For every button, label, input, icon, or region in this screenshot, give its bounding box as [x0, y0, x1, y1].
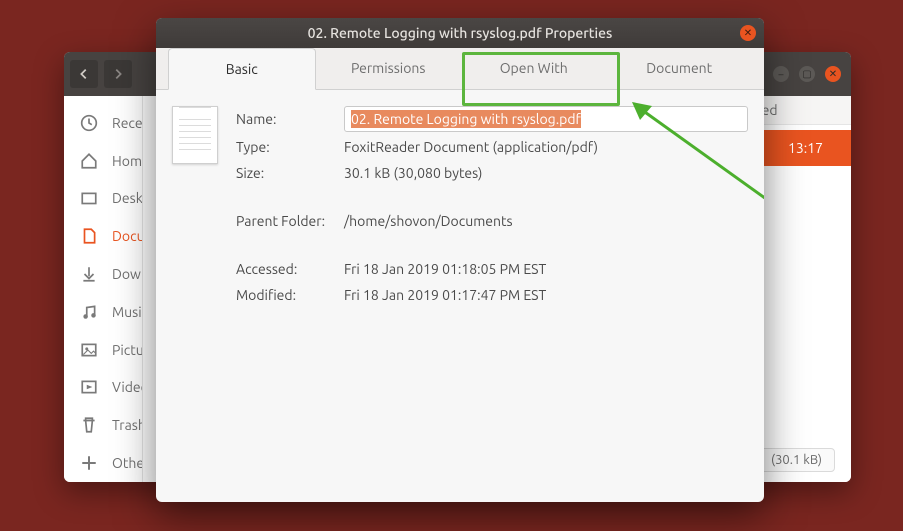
- chevron-left-icon: [77, 67, 91, 81]
- nav-back-button[interactable]: [70, 60, 98, 88]
- type-value: FoxitReader Document (application/pdf): [344, 139, 598, 155]
- dialog-titlebar[interactable]: 02. Remote Logging with rsyslog.pdf Prop…: [156, 18, 764, 48]
- tab-label: Basic: [226, 61, 258, 77]
- other-icon: [80, 454, 98, 472]
- size-value: 30.1 kB (30,080 bytes): [344, 165, 482, 181]
- accessed-label: Accessed:: [236, 261, 344, 277]
- sidebar-item-documents[interactable]: Documents: [64, 217, 142, 255]
- desktop-icon: [80, 190, 98, 208]
- dialog-tabs: Basic Permissions Open With Document: [156, 48, 764, 90]
- sidebar-item-label: Documents: [112, 228, 142, 244]
- dialog-body: Name: 02. Remote Logging with rsyslog.pd…: [156, 90, 764, 318]
- tab-document[interactable]: Document: [607, 48, 753, 89]
- modified-label: Modified:: [236, 287, 344, 303]
- sidebar-item-desktop[interactable]: Desktop: [64, 180, 142, 218]
- parent-folder-value: /home/shovon/Documents: [344, 213, 513, 229]
- name-label: Name:: [236, 111, 344, 127]
- tab-permissions[interactable]: Permissions: [316, 48, 462, 89]
- music-icon: [80, 303, 98, 321]
- sidebar-item-label: Desktop: [112, 190, 142, 206]
- file-thumbnail: [172, 106, 218, 164]
- sidebar-item-label: Other Locations: [112, 455, 142, 471]
- sidebar-item-label: Home: [112, 153, 142, 169]
- name-input[interactable]: 02. Remote Logging with rsyslog.pdf: [344, 106, 748, 132]
- type-label: Type:: [236, 139, 344, 155]
- window-close-button[interactable]: ✕: [825, 66, 841, 82]
- sidebar-item-pictures[interactable]: Pictures: [64, 331, 142, 369]
- window-controls: – ▢ ✕: [773, 66, 845, 82]
- sidebar-item-label: Music: [112, 304, 142, 320]
- size-label: Size:: [236, 165, 344, 181]
- sidebar-item-label: Videos: [112, 379, 142, 395]
- parent-folder-label: Parent Folder:: [236, 213, 344, 229]
- clock-icon: [80, 114, 98, 132]
- file-row-modified-time: 13:17: [788, 140, 823, 156]
- sidebar-item-label: Pictures: [112, 342, 142, 358]
- chevron-right-icon: [111, 67, 125, 81]
- tab-label: Document: [646, 60, 712, 76]
- tab-basic[interactable]: Basic: [168, 48, 316, 90]
- properties-dialog: 02. Remote Logging with rsyslog.pdf Prop…: [156, 18, 764, 502]
- sidebar-item-recent[interactable]: Recent: [64, 104, 142, 142]
- sidebar-item-label: Recent: [112, 115, 142, 131]
- name-input-selection: 02. Remote Logging with rsyslog.pdf: [351, 110, 581, 128]
- nav-forward-button[interactable]: [104, 60, 132, 88]
- trash-icon: [80, 416, 98, 434]
- accessed-value: Fri 18 Jan 2019 01:18:05 PM EST: [344, 261, 546, 277]
- window-maximize-button[interactable]: ▢: [799, 66, 815, 82]
- sidebar-item-music[interactable]: Music: [64, 293, 142, 331]
- home-icon: [80, 152, 98, 170]
- tab-open-with[interactable]: Open With: [461, 48, 607, 89]
- documents-icon: [80, 227, 98, 245]
- dialog-close-button[interactable]: ✕: [740, 25, 756, 41]
- downloads-icon: [80, 265, 98, 283]
- pictures-icon: [80, 341, 98, 359]
- file-manager-sidebar: Recent Home Desktop Documents Downloads …: [64, 96, 143, 482]
- sidebar-item-videos[interactable]: Videos: [64, 369, 142, 407]
- sidebar-item-downloads[interactable]: Downloads: [64, 255, 142, 293]
- modified-value: Fri 18 Jan 2019 01:17:47 PM EST: [344, 287, 546, 303]
- sidebar-item-label: Downloads: [112, 266, 142, 282]
- sidebar-item-other[interactable]: Other Locations: [64, 444, 142, 482]
- videos-icon: [80, 378, 98, 396]
- tab-label: Permissions: [351, 60, 425, 76]
- sidebar-item-trash[interactable]: Trash: [64, 406, 142, 444]
- dialog-title: 02. Remote Logging with rsyslog.pdf Prop…: [308, 25, 613, 41]
- sidebar-item-label: Trash: [112, 417, 142, 433]
- tab-label: Open With: [500, 60, 568, 76]
- sidebar-item-home[interactable]: Home: [64, 142, 142, 180]
- window-minimize-button[interactable]: –: [773, 66, 789, 82]
- statusbar-size: (30.1 kB): [758, 448, 835, 472]
